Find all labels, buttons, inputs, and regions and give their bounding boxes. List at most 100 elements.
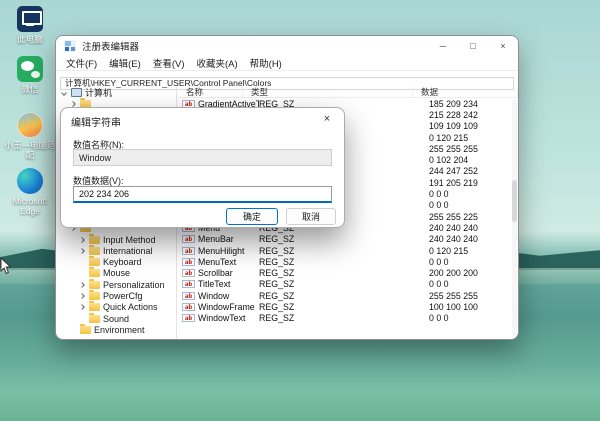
value-data: 240 240 240	[429, 223, 518, 233]
dialog-title: 编辑字符串	[71, 114, 121, 129]
menu-item-1[interactable]: 编辑(E)	[103, 56, 147, 70]
chevron-icon[interactable]	[79, 248, 85, 254]
dialog-close-icon[interactable]: ×	[314, 110, 340, 129]
tree-item-sound[interactable]: Sound	[56, 313, 176, 324]
tree-item-label: Keyboard	[103, 257, 142, 267]
menu-item-0[interactable]: 文件(F)	[60, 56, 103, 70]
tree-item-label: Sound	[103, 314, 129, 324]
cancel-button[interactable]: 取消	[286, 208, 336, 225]
folder-icon	[80, 326, 91, 334]
column-header-data[interactable]: 数据	[413, 87, 518, 97]
tree-item-personalization[interactable]: Personalization	[56, 279, 176, 290]
folder-icon	[89, 236, 100, 244]
tree-item-input-method[interactable]: Input Method	[56, 234, 176, 245]
folder-icon	[89, 303, 100, 311]
value-data: 191 205 219	[429, 178, 518, 188]
value-data: 255 255 255	[429, 291, 518, 301]
value-name: WindowFrame	[198, 302, 259, 312]
ok-button[interactable]: 确定	[226, 208, 278, 225]
tree-item-powercfg[interactable]: PowerCfg	[56, 290, 176, 301]
string-value-icon	[182, 247, 195, 255]
table-row[interactable]: WindowREG_SZ255 255 255	[178, 290, 518, 301]
window-title: 注册表编辑器	[82, 39, 139, 53]
maximize-icon[interactable]: □	[458, 36, 488, 56]
table-row[interactable]: ScrollbarREG_SZ200 200 200	[178, 267, 518, 278]
chevron-icon[interactable]	[79, 304, 85, 310]
value-data-input[interactable]	[73, 186, 332, 203]
table-row[interactable]: MenuBarREG_SZ240 240 240	[178, 234, 518, 245]
string-value-icon	[182, 314, 195, 322]
chevron-icon[interactable]	[70, 101, 76, 107]
value-name: WindowText	[198, 313, 259, 323]
window-controls: ─ □ ×	[428, 36, 518, 56]
value-name-input[interactable]	[73, 149, 332, 166]
value-data: 0 0 0	[429, 189, 518, 199]
value-data: 109 109 109	[429, 121, 518, 131]
tree-item-label: PowerCfg	[103, 291, 143, 301]
avatar-icon	[17, 112, 43, 138]
tree-item--[interactable]: 计算机	[56, 87, 176, 98]
chevron-icon[interactable]	[79, 282, 85, 288]
list-header: 名称 类型 数据	[178, 87, 518, 98]
value-data: 244 247 252	[429, 166, 518, 176]
close-icon[interactable]: ×	[488, 36, 518, 56]
value-name: TitleText	[198, 279, 259, 289]
value-type: REG_SZ	[259, 279, 429, 289]
tree-item-international[interactable]: International	[56, 245, 176, 256]
value-name: MenuBar	[198, 234, 259, 244]
folder-icon	[89, 258, 100, 266]
tree-item-keyboard[interactable]: Keyboard	[56, 256, 176, 267]
tree-item-label: Personalization	[103, 280, 165, 290]
tree-item-label: Environment	[94, 325, 145, 335]
folder-icon	[89, 281, 100, 289]
tree-item-label: Input Method	[103, 235, 156, 245]
desktop-icon-avatar[interactable]: 小王—电脑适配	[4, 112, 56, 160]
value-data: 200 200 200	[429, 268, 518, 278]
value-type: REG_SZ	[259, 268, 429, 278]
menu-item-2[interactable]: 查看(V)	[147, 56, 191, 70]
list-scrollbar[interactable]	[512, 99, 517, 337]
tree-item-quick-actions[interactable]: Quick Actions	[56, 302, 176, 313]
chevron-icon[interactable]	[79, 237, 85, 243]
table-row[interactable]: WindowTextREG_SZ0 0 0	[178, 313, 518, 324]
string-value-icon	[182, 258, 195, 266]
menu-item-3[interactable]: 收藏夹(A)	[190, 56, 243, 70]
tree-item-environment[interactable]: Environment	[56, 324, 176, 335]
edge-icon	[17, 168, 43, 194]
chevron-icon[interactable]	[61, 90, 67, 96]
tree-item-label: Mouse	[103, 268, 130, 278]
title-bar[interactable]: 注册表编辑器 ─ □ ×	[56, 36, 518, 56]
value-type: REG_SZ	[259, 246, 429, 256]
value-name: MenuHilight	[198, 246, 259, 256]
table-row[interactable]: WindowFrameREG_SZ100 100 100	[178, 301, 518, 312]
value-name: MenuText	[198, 257, 259, 267]
desktop-icon-label: 微信	[4, 84, 56, 94]
string-value-icon	[182, 303, 195, 311]
table-row[interactable]: MenuTextREG_SZ0 0 0	[178, 256, 518, 267]
value-data: 0 0 0	[429, 313, 518, 323]
value-data: 255 255 225	[429, 212, 518, 222]
value-data: 240 240 240	[429, 234, 518, 244]
desktop-icon-pc[interactable]: 此电脑	[4, 6, 56, 44]
table-row[interactable]: TitleTextREG_SZ0 0 0	[178, 279, 518, 290]
menu-item-4[interactable]: 帮助(H)	[244, 56, 288, 70]
desktop-icon-wechat[interactable]: 微信	[4, 56, 56, 94]
wechat-icon	[17, 56, 43, 82]
value-data: 255 255 255	[429, 144, 518, 154]
chevron-icon[interactable]	[79, 293, 85, 299]
value-data: 0 0 0	[429, 200, 518, 210]
value-data: 0 102 204	[429, 155, 518, 165]
desktop-icon-edge[interactable]: Microsoft Edge	[4, 168, 56, 216]
edit-string-dialog: 编辑字符串 × 数值名称(N): 数值数据(V): 确定 取消	[60, 107, 345, 228]
desktop: 此电脑微信小王—电脑适配Microsoft Edge 注册表编辑器 ─ □ × …	[0, 0, 600, 421]
scrollbar-thumb[interactable]	[512, 180, 517, 222]
value-data: 0 0 0	[429, 257, 518, 267]
minimize-icon[interactable]: ─	[428, 36, 458, 56]
folder-icon	[89, 315, 100, 323]
column-header-type[interactable]: 类型	[243, 87, 413, 97]
desktop-icon-label: Microsoft Edge	[4, 196, 56, 216]
table-row[interactable]: MenuHilightREG_SZ0 120 215	[178, 245, 518, 256]
column-header-name[interactable]: 名称	[178, 87, 243, 97]
tree-item-mouse[interactable]: Mouse	[56, 268, 176, 279]
value-data: 100 100 100	[429, 302, 518, 312]
